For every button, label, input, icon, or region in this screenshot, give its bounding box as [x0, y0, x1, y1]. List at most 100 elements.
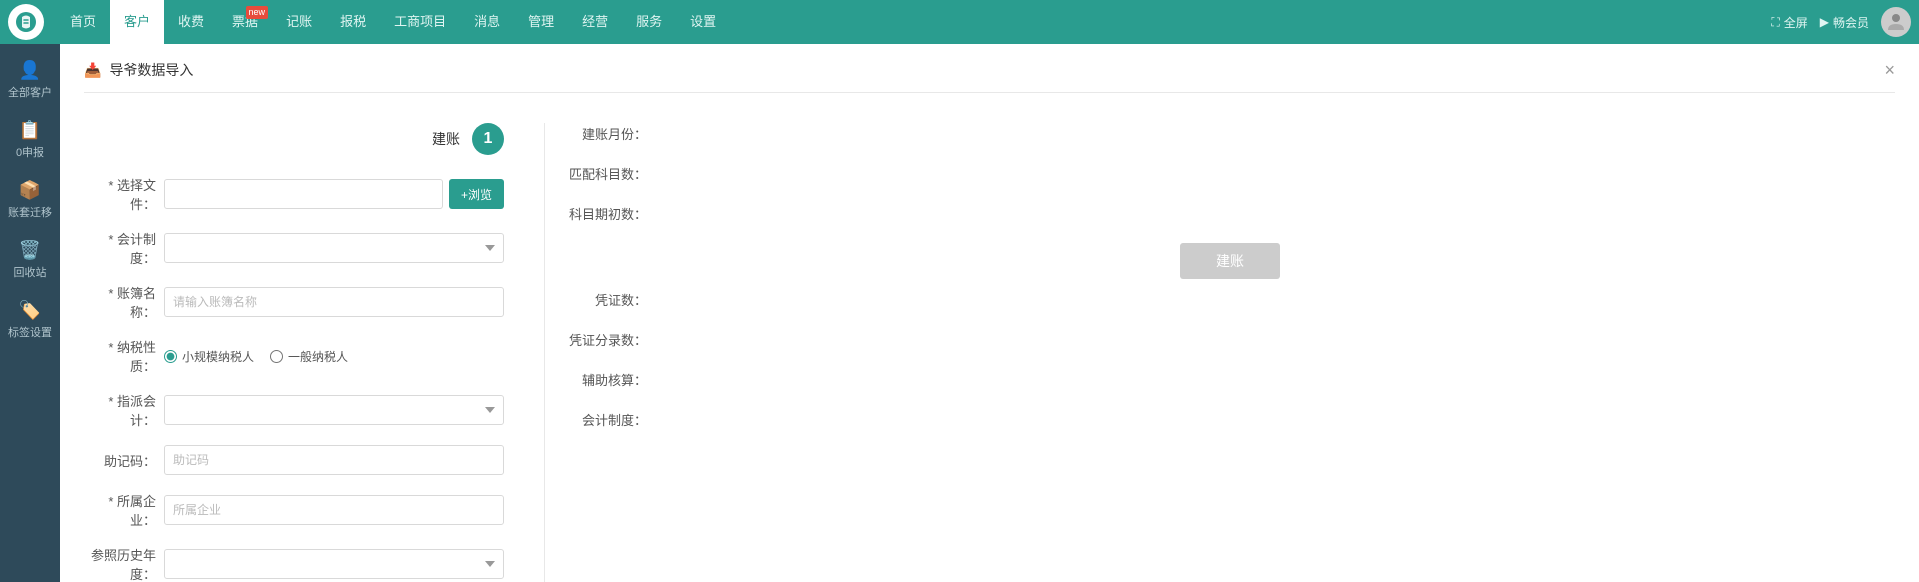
company-input[interactable]: [164, 495, 504, 525]
nav-item-operations[interactable]: 经营: [568, 0, 622, 44]
nav-right: ⛶ 全屏 ▶ 畅会员: [1771, 7, 1911, 37]
nav-item-invoices[interactable]: 票据 new: [218, 0, 272, 44]
voucher-entries-row: 凭证分录数：: [565, 329, 1895, 349]
page-title: 📥 导爷数据导入: [84, 60, 193, 80]
nav-item-settings[interactable]: 设置: [676, 0, 730, 44]
sidebar: 👤 全部客户 📋 0申报 📦 账套迁移 🗑️ 回收站 🏷️ 标签设置: [0, 44, 60, 582]
radio-general-input[interactable]: [270, 350, 283, 363]
main-content: 📥 导爷数据导入 × 建账 1 * 选择文件：: [60, 44, 1919, 582]
radio-small-label: 小规模纳税人: [182, 348, 254, 365]
fullscreen-button[interactable]: ⛶ 全屏: [1771, 14, 1807, 31]
aux-accounting-row: 辅助核算：: [565, 369, 1895, 389]
match-subjects-row: 匹配科目数：: [565, 163, 1895, 183]
aux-accounting-label: 辅助核算：: [565, 370, 655, 389]
sidebar-item-label: 0申报: [16, 144, 44, 160]
users-icon: 👤: [19, 60, 41, 81]
member-label: 畅会员: [1833, 14, 1869, 31]
file-input[interactable]: [164, 179, 443, 209]
accountant-label: * 指派会计：: [84, 391, 164, 429]
sidebar-item-recycle[interactable]: 🗑️ 回收站: [0, 232, 60, 288]
build-month-label: 建账月份：: [565, 124, 655, 143]
company-row: * 所属企业：: [84, 491, 504, 529]
form-container: 建账 1 * 选择文件： +浏览 * 会计制度：: [84, 113, 1895, 582]
file-row: +浏览: [164, 179, 504, 209]
import-icon: 📥: [84, 62, 101, 79]
migrate-icon: 📦: [19, 180, 41, 201]
sidebar-item-label: 全部客户: [8, 84, 52, 100]
accounting-system-select[interactable]: [164, 233, 504, 263]
voucher-count-row: 凭证数：: [565, 289, 1895, 309]
browse-button[interactable]: +浏览: [449, 179, 504, 209]
ledger-name-input[interactable]: [164, 287, 504, 317]
close-button[interactable]: ×: [1884, 61, 1895, 79]
logo: [8, 4, 44, 40]
step-label: 建账: [432, 129, 460, 149]
file-selection-row: * 选择文件： +浏览: [84, 175, 504, 213]
radio-general-label: 一般纳税人: [288, 348, 348, 365]
page-title-text: 导爷数据导入: [109, 60, 193, 80]
radio-general-taxpayer[interactable]: 一般纳税人: [270, 348, 348, 365]
form-left: 建账 1 * 选择文件： +浏览 * 会计制度：: [84, 123, 544, 582]
voucher-count-label: 凭证数：: [565, 290, 655, 309]
nav-item-customers[interactable]: 客户: [110, 0, 164, 44]
sidebar-item-label: 回收站: [14, 264, 47, 280]
avatar[interactable]: [1881, 7, 1911, 37]
sidebar-item-all-customers[interactable]: 👤 全部客户: [0, 52, 60, 108]
page-body: 📥 导爷数据导入 × 建账 1 * 选择文件：: [60, 44, 1919, 582]
tax-type-radio-group: 小规模纳税人 一般纳税人: [164, 348, 504, 365]
nav-item-bookkeeping[interactable]: 记账: [272, 0, 326, 44]
voucher-entries-value: [655, 329, 1895, 349]
radio-small-input[interactable]: [164, 350, 177, 363]
build-month-row: 建账月份：: [565, 123, 1895, 143]
nav-item-services[interactable]: 服务: [622, 0, 676, 44]
build-month-value: [655, 123, 1895, 143]
voucher-count-value: [655, 289, 1895, 309]
accountant-select[interactable]: [164, 395, 504, 425]
accounting-system-row: * 会计制度：: [84, 229, 504, 267]
aux-accounting-value: [655, 369, 1895, 389]
nav-item-messages[interactable]: 消息: [460, 0, 514, 44]
top-navigation: 首页 客户 收费 票据 new 记账 报税 工商项目 消息 管理 经营 服务 设…: [0, 0, 1919, 44]
new-badge: new: [246, 6, 269, 19]
sidebar-item-filing[interactable]: 📋 0申报: [0, 112, 60, 168]
accountant-row: * 指派会计：: [84, 391, 504, 429]
history-year-row: 参照历史年度：: [84, 545, 504, 582]
filing-icon: 📋: [19, 120, 41, 141]
memo-code-input[interactable]: [164, 445, 504, 475]
nav-item-tax[interactable]: 报税: [326, 0, 380, 44]
nav-items: 首页 客户 收费 票据 new 记账 报税 工商项目 消息 管理 经营 服务 设…: [56, 0, 1771, 44]
ledger-name-label: * 账簿名称：: [84, 283, 164, 321]
main-layout: 👤 全部客户 📋 0申报 📦 账套迁移 🗑️ 回收站 🏷️ 标签设置 📥: [0, 44, 1919, 582]
right-accounting-system-value: [655, 409, 1895, 429]
match-subjects-value: [655, 163, 1895, 183]
fullscreen-label: 全屏: [1784, 14, 1808, 31]
form-right: 建账月份： 匹配科目数： 科目期初数： 建账 凭证: [544, 123, 1895, 582]
nav-item-business[interactable]: 工商项目: [380, 0, 460, 44]
sidebar-item-tags[interactable]: 🏷️ 标签设置: [0, 292, 60, 348]
nav-item-home[interactable]: 首页: [56, 0, 110, 44]
initial-balance-row: 科目期初数：: [565, 203, 1895, 223]
member-button[interactable]: ▶ 畅会员: [1820, 14, 1869, 31]
page-header: 📥 导爷数据导入 ×: [84, 60, 1895, 93]
match-subjects-label: 匹配科目数：: [565, 164, 655, 183]
sidebar-item-migration[interactable]: 📦 账套迁移: [0, 172, 60, 228]
nav-item-fees[interactable]: 收费: [164, 0, 218, 44]
voucher-entries-label: 凭证分录数：: [565, 330, 655, 349]
history-year-select[interactable]: [164, 549, 504, 579]
step-circle: 1: [472, 123, 504, 155]
history-year-label: 参照历史年度：: [84, 545, 164, 582]
play-icon: ▶: [1820, 15, 1829, 29]
fullscreen-icon: ⛶: [1771, 15, 1779, 30]
memo-code-row: 助记码：: [84, 445, 504, 475]
sidebar-item-label: 账套迁移: [8, 204, 52, 220]
build-account-button[interactable]: 建账: [1180, 243, 1280, 279]
company-label: * 所属企业：: [84, 491, 164, 529]
right-accounting-system-label: 会计制度：: [565, 410, 655, 429]
nav-item-management[interactable]: 管理: [514, 0, 568, 44]
tag-icon: 🏷️: [19, 300, 41, 321]
tax-type-row: * 纳税性质： 小规模纳税人 一般纳税人: [84, 337, 504, 375]
radio-small-taxpayer[interactable]: 小规模纳税人: [164, 348, 254, 365]
memo-code-label: 助记码：: [84, 451, 164, 470]
ledger-name-row: * 账簿名称：: [84, 283, 504, 321]
file-label: * 选择文件：: [84, 175, 164, 213]
